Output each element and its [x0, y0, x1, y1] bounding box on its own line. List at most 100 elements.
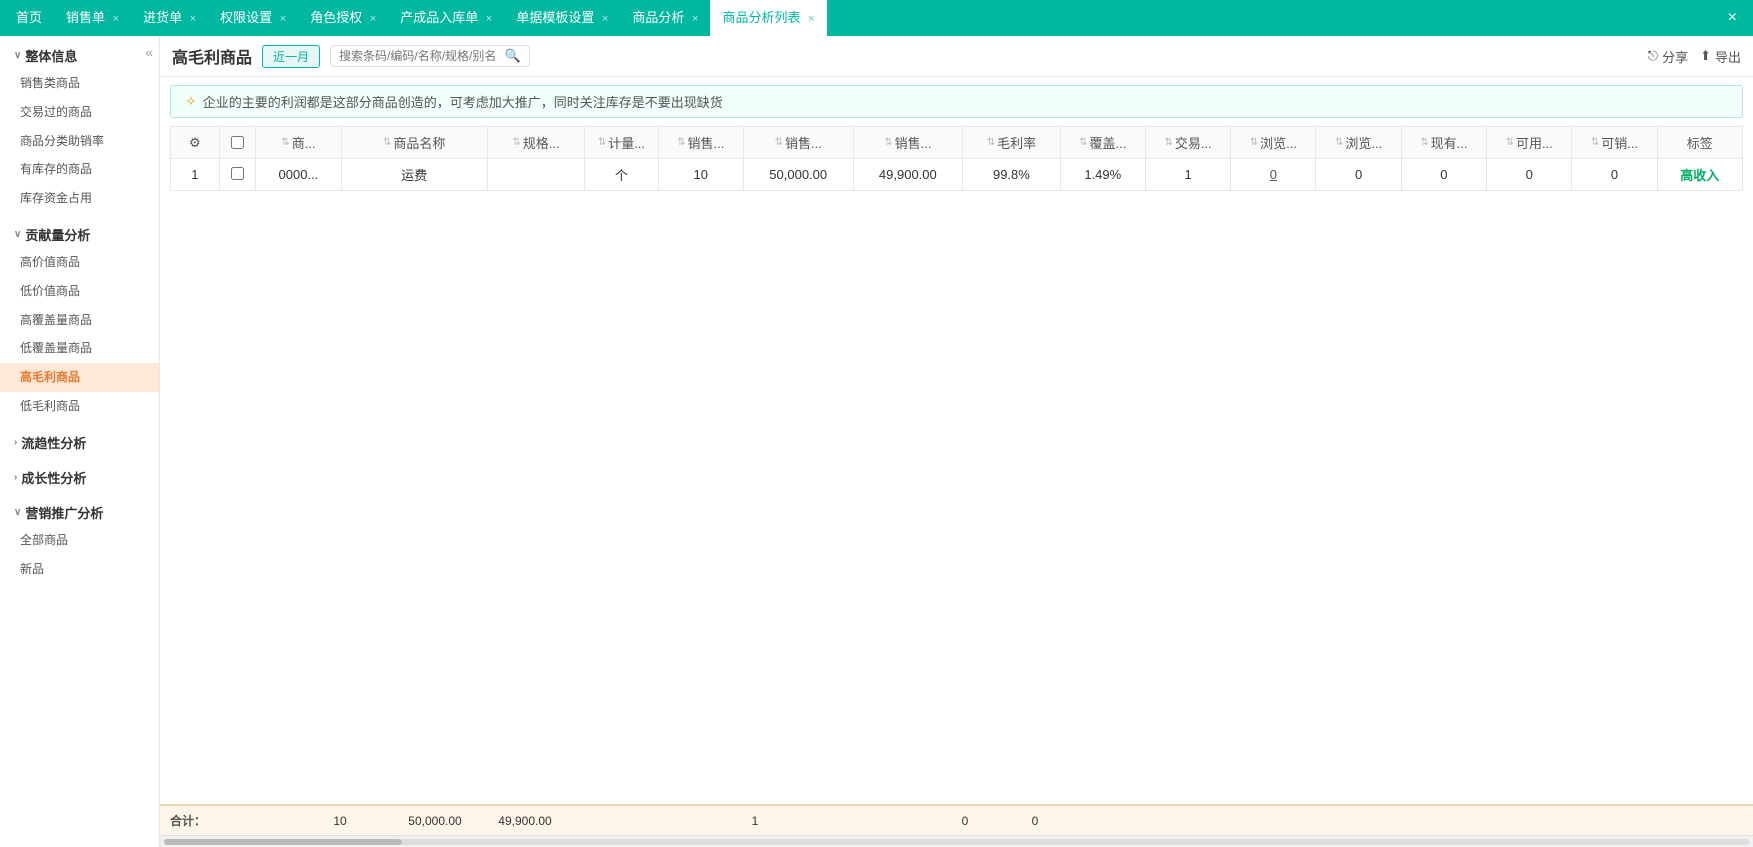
footer-cells: 10 50,000.00 49,900.00 1 0 0	[290, 814, 1743, 828]
page-title: 高毛利商品	[172, 44, 252, 68]
cell-gross-rate: 99.8%	[963, 159, 1060, 191]
col-browse2[interactable]: ⇅浏览...	[1316, 127, 1401, 159]
cell-transactions: 1	[1145, 159, 1230, 191]
col-code[interactable]: ⇅商...	[256, 127, 341, 159]
footer-transactions: 1	[720, 814, 790, 828]
close-template-tab[interactable]: ×	[602, 13, 608, 25]
col-saleable[interactable]: ⇅可销...	[1572, 127, 1657, 159]
cell-available: 0	[1487, 159, 1572, 191]
col-product-name[interactable]: ⇅商品名称	[341, 127, 487, 159]
sidebar-section-overall-title[interactable]: ∨ 整体信息	[0, 42, 159, 69]
scrollbar-thumb[interactable]	[164, 839, 402, 845]
col-spec[interactable]: ⇅规格...	[487, 127, 584, 159]
settings-icon[interactable]: ⚙	[189, 135, 201, 151]
sort-icon9: ⇅	[1079, 137, 1087, 148]
close-permission-tab[interactable]: ×	[280, 13, 286, 25]
sidebar-item-low-value[interactable]: 低价值商品	[0, 277, 159, 306]
sidebar-item-all-products[interactable]: 全部商品	[0, 526, 159, 555]
footer-available: 0	[1000, 814, 1070, 828]
horizontal-scrollbar[interactable]	[160, 835, 1753, 847]
cell-seq: 1	[171, 159, 220, 191]
scrollbar-track[interactable]	[164, 839, 1749, 845]
nav-purchase[interactable]: 进货单 ×	[131, 0, 208, 36]
sort-icon6: ⇅	[775, 137, 783, 148]
export-icon: ⬆	[1700, 48, 1711, 64]
sort-icon3: ⇅	[512, 137, 520, 148]
sidebar-item-stock-products[interactable]: 有库存的商品	[0, 155, 159, 184]
sidebar: « ∨ 整体信息 销售类商品 交易过的商品 商品分类助销率 有库存的商品 库存资…	[0, 36, 160, 847]
info-banner: ✧ 企业的主要的利润都是这部分商品创造的，可考虑加大推广，同时关注库存是不要出现…	[170, 85, 1743, 118]
cell-code: 0000...	[256, 159, 341, 191]
close-product-inbound-tab[interactable]: ×	[486, 13, 492, 25]
search-icon[interactable]: 🔍	[505, 48, 521, 64]
col-checkbox[interactable]	[219, 127, 256, 159]
sidebar-item-stock-capital[interactable]: 库存资金占用	[0, 184, 159, 213]
sort-icon4: ⇅	[598, 137, 606, 148]
sort-icon: ⇅	[281, 137, 289, 148]
close-role-tab[interactable]: ×	[370, 13, 376, 25]
sort-icon2: ⇅	[383, 137, 391, 148]
share-button[interactable]: ⎋ 分享	[1648, 47, 1688, 66]
footer-sales-amount: 50,000.00	[390, 814, 480, 828]
select-all-checkbox[interactable]	[231, 136, 244, 149]
nav-home[interactable]: 首页	[4, 0, 54, 36]
nav-permission[interactable]: 权限设置 ×	[208, 0, 298, 36]
row-checkbox[interactable]	[231, 167, 244, 180]
search-box[interactable]: 🔍	[330, 45, 530, 67]
col-sales-amount[interactable]: ⇅销售...	[743, 127, 853, 159]
close-purchase-tab[interactable]: ×	[190, 13, 196, 25]
arrow-down-icon3: ∨	[14, 507, 21, 518]
sidebar-item-new-products[interactable]: 新品	[0, 555, 159, 584]
nav-product-analysis-list[interactable]: 商品分析列表 ×	[710, 0, 826, 36]
sidebar-section-trend-title[interactable]: › 流趋性分析	[0, 429, 159, 456]
close-product-analysis-list-tab[interactable]: ×	[808, 13, 814, 25]
col-available[interactable]: ⇅可用...	[1487, 127, 1572, 159]
search-input[interactable]	[339, 49, 505, 63]
sidebar-section-marketing-title[interactable]: ∨ 营销推广分析	[0, 499, 159, 526]
sidebar-item-sales-products[interactable]: 销售类商品	[0, 69, 159, 98]
col-current-stock[interactable]: ⇅现有...	[1401, 127, 1486, 159]
sidebar-section-growth-title[interactable]: › 成长性分析	[0, 464, 159, 491]
col-tag[interactable]: 标签	[1657, 127, 1742, 159]
nav-product-inbound[interactable]: 产成品入库单 ×	[388, 0, 504, 36]
close-sales-tab[interactable]: ×	[113, 13, 119, 25]
nav-sales[interactable]: 销售单 ×	[54, 0, 131, 36]
export-button[interactable]: ⬆ 导出	[1700, 47, 1741, 66]
sidebar-item-category-rate[interactable]: 商品分类助销率	[0, 127, 159, 156]
nav-role[interactable]: 角色授权 ×	[298, 0, 388, 36]
col-coverage[interactable]: ⇅覆盖...	[1060, 127, 1145, 159]
cell-name: 运费	[341, 159, 487, 191]
sidebar-item-traded-products[interactable]: 交易过的商品	[0, 98, 159, 127]
filter-recent-month-button[interactable]: 近一月	[262, 45, 320, 68]
sort-icon7: ⇅	[884, 137, 892, 148]
cell-saleable: 0	[1572, 159, 1657, 191]
sidebar-item-high-value[interactable]: 高价值商品	[0, 248, 159, 277]
sidebar-item-low-margin[interactable]: 低毛利商品	[0, 392, 159, 421]
footer-sales-cost: 49,900.00	[480, 814, 570, 828]
data-table-wrapper[interactable]: ⚙ ⇅商... ⇅商品名称 ⇅规格...	[160, 126, 1753, 804]
col-settings[interactable]: ⚙	[171, 127, 220, 159]
col-transactions[interactable]: ⇅交易...	[1145, 127, 1230, 159]
sidebar-item-high-margin[interactable]: 高毛利商品	[0, 363, 159, 392]
col-gross-rate[interactable]: ⇅毛利率	[963, 127, 1060, 159]
sidebar-item-low-coverage[interactable]: 低覆盖量商品	[0, 334, 159, 363]
col-browse1[interactable]: ⇅浏览...	[1231, 127, 1316, 159]
sidebar-item-high-coverage[interactable]: 高覆盖量商品	[0, 306, 159, 335]
sidebar-collapse-button[interactable]: «	[145, 44, 153, 60]
col-unit[interactable]: ⇅计量...	[585, 127, 658, 159]
content-header: 高毛利商品 近一月 🔍 ⎋ 分享 ⬆ 导出	[160, 36, 1753, 77]
sidebar-section-contribution-title[interactable]: ∨ 贡献量分析	[0, 221, 159, 248]
col-sales-cost[interactable]: ⇅销售...	[853, 127, 963, 159]
sort-icon10: ⇅	[1164, 137, 1172, 148]
cell-spec	[487, 159, 584, 191]
col-sales-qty[interactable]: ⇅销售...	[658, 127, 743, 159]
cell-browse1[interactable]: 0	[1231, 159, 1316, 191]
nav-template[interactable]: 单据模板设置 ×	[504, 0, 620, 36]
cell-checkbox[interactable]	[219, 159, 256, 191]
window-close-button[interactable]: ×	[1716, 9, 1749, 27]
warning-icon: ✧	[185, 93, 197, 110]
cell-current-stock: 0	[1401, 159, 1486, 191]
nav-product-analysis[interactable]: 商品分析 ×	[620, 0, 710, 36]
sidebar-section-overall: ∨ 整体信息 销售类商品 交易过的商品 商品分类助销率 有库存的商品 库存资金占…	[0, 36, 159, 215]
close-product-analysis-tab[interactable]: ×	[692, 13, 698, 25]
